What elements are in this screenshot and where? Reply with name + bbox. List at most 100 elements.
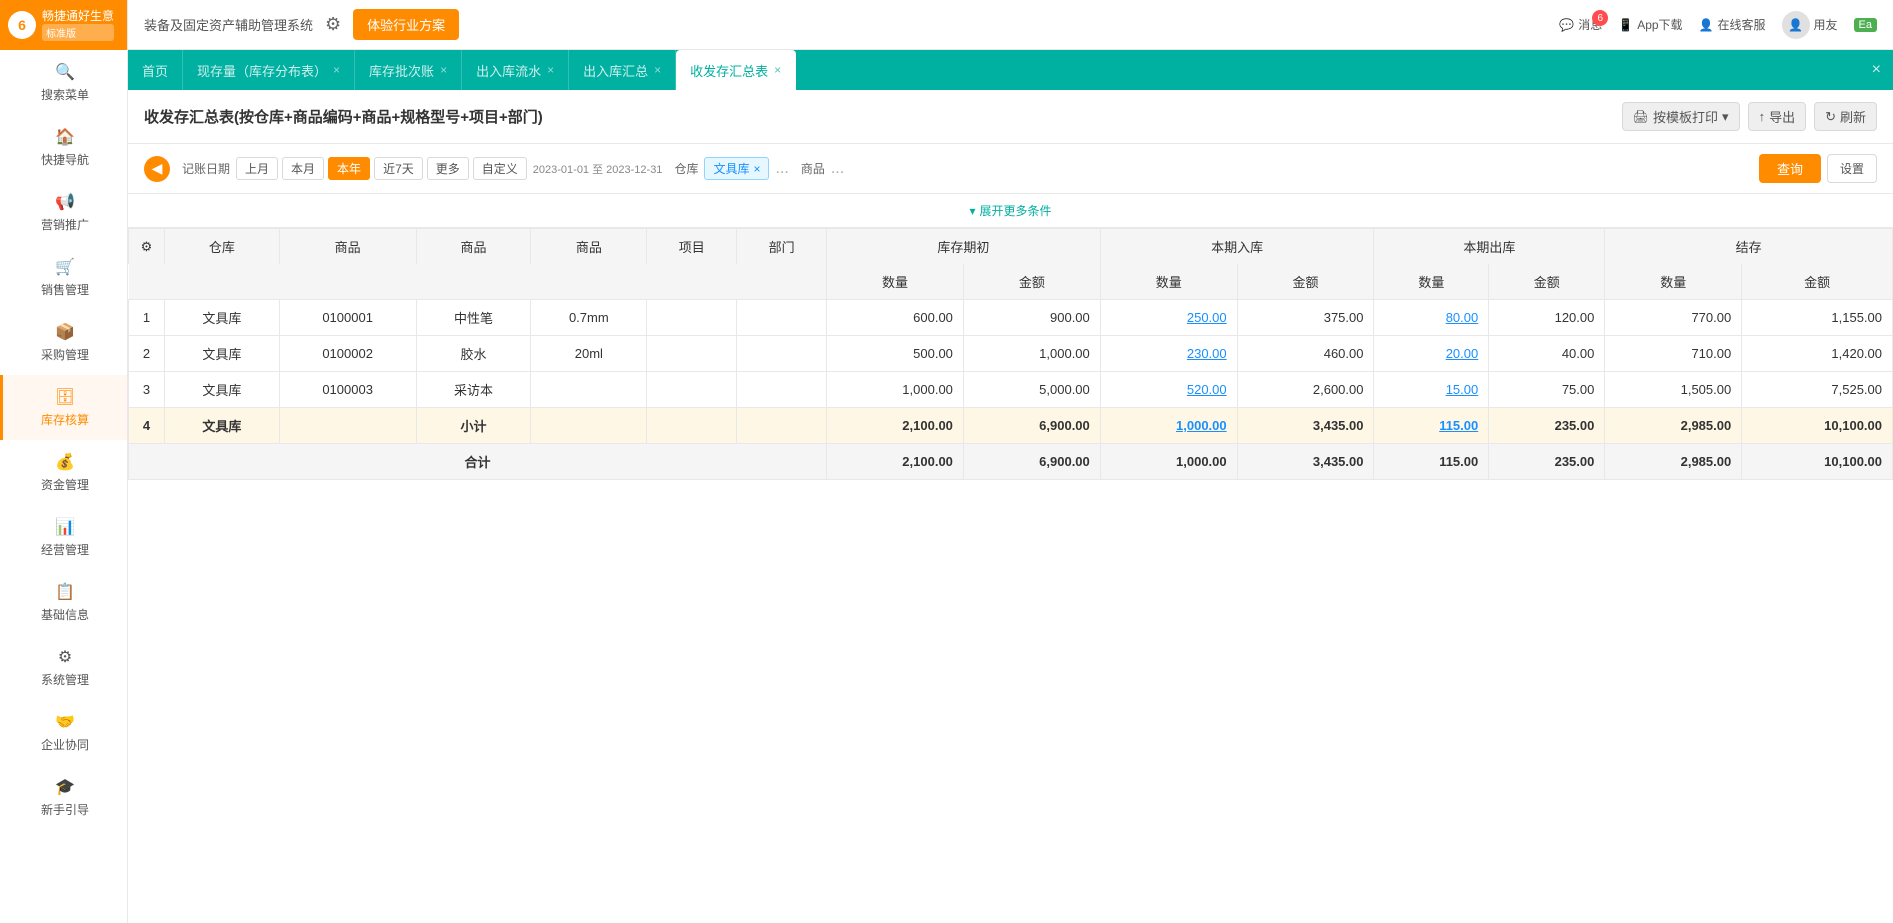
cell-num: 2 [129,336,165,372]
table-row: 2 文具库 0100002 胶水 20ml 500.00 1,000.00 23… [129,336,1893,372]
th-dept: 部门 [737,229,827,265]
app-download-button[interactable]: 📱 App下载 [1618,16,1682,33]
query-button[interactable]: 查询 [1759,154,1821,183]
date-btn-自定义[interactable]: 自定义 [473,157,527,180]
trial-button[interactable]: 体验行业方案 [353,9,459,40]
date-btn-上月[interactable]: 上月 [236,157,278,180]
sidebar-item-sales[interactable]: 🛒销售管理 [0,245,127,310]
user-menu-button[interactable]: 👤 用友 [1782,11,1838,39]
footer-bal-qty: 2,985.00 [1605,444,1742,480]
tab-in-out-flow[interactable]: 出入库流水× [462,50,569,90]
sidebar-item-finance[interactable]: 💰资金管理 [0,440,127,505]
refresh-button[interactable]: ↻ 刷新 [1814,102,1877,131]
cell-spec: 20ml [531,336,647,372]
date-btn-本年[interactable]: 本年 [328,157,370,180]
settings-icon[interactable]: ⚙ [325,14,341,35]
cell-out-qty[interactable]: 80.00 [1374,300,1489,336]
table-footer: 合计 2,100.00 6,900.00 1,000.00 3,435.00 1… [129,444,1893,480]
cell-in-qty[interactable]: 250.00 [1100,300,1237,336]
sidebar-item-search[interactable]: 🔍搜索菜单 [0,50,127,115]
warehouse-tag-close[interactable]: × [753,162,760,176]
product-filter-more[interactable]: ... [831,160,844,178]
filter-collapse-button[interactable]: ◀ [144,156,170,182]
sidebar-item-quick-nav[interactable]: 🏠快捷导航 [0,115,127,180]
sidebar-item-label-inventory: 库存核算 [41,411,89,428]
cell-dept [737,336,827,372]
app-label: App下载 [1637,16,1682,33]
date-btn-本月[interactable]: 本月 [282,157,324,180]
warehouse-tag[interactable]: 文具库 × [704,157,769,180]
date-buttons: 上月本月本年近7天更多自定义 [236,157,527,180]
th-code: 商品 [279,229,416,265]
tab-close-stock-dist[interactable]: × [333,63,340,77]
cell-warehouse: 文具库 [165,372,280,408]
collab-icon: 🤝 [55,712,75,732]
tab-label-in-out-summary: 出入库汇总 [583,61,648,80]
refresh-label: 刷新 [1840,107,1866,126]
tab-in-out-summary[interactable]: 出入库汇总 × [569,50,676,90]
tab-batch-ledger[interactable]: 库存批次账 × [355,50,462,90]
cell-open-qty: 2,100.00 [827,408,964,444]
expand-more-button[interactable]: ▾ 展开更多条件 [128,198,1893,223]
sidebar-item-operation[interactable]: 📊经营管理 [0,505,127,570]
sidebar-item-collab[interactable]: 🤝企业协同 [0,700,127,765]
cell-num: 4 [129,408,165,444]
th-out-amt: 金额 [1489,264,1605,300]
finance-icon: 💰 [55,452,75,472]
sidebar-item-newbie[interactable]: 🎓新手引导 [0,765,127,830]
tab-home[interactable]: 首页 [128,50,183,90]
cell-out-amt: 235.00 [1489,408,1605,444]
page-header-actions: 🖨 按模板打印 ▾ ↑ 导出 ↻ 刷新 [1622,102,1878,143]
print-button[interactable]: 🖨 按模板打印 ▾ [1622,102,1740,131]
cell-in-qty[interactable]: 1,000.00 [1100,408,1237,444]
cell-open-amt: 900.00 [963,300,1100,336]
tabbar-close-button[interactable]: × [1872,61,1881,79]
cell-project [647,336,737,372]
th-product: 商品 [416,229,531,265]
cell-out-qty[interactable]: 15.00 [1374,372,1489,408]
th-settings-icon[interactable]: ⚙ [129,229,165,265]
sidebar-item-system[interactable]: ⚙系统管理 [0,635,127,700]
sidebar-item-label-newbie: 新手引导 [41,801,89,818]
sidebar-item-label-marketing: 营销推广 [41,216,89,233]
tab-label-batch-ledger: 库存批次账 [369,61,434,80]
cell-in-qty[interactable]: 230.00 [1100,336,1237,372]
export-button[interactable]: ↑ 导出 [1748,102,1807,131]
tab-close-in-out-summary[interactable]: × [654,63,661,77]
sidebar-item-marketing[interactable]: 📢营销推广 [0,180,127,245]
sidebar-item-purchase[interactable]: 📦采购管理 [0,310,127,375]
cell-out-qty[interactable]: 20.00 [1374,336,1489,372]
message-badge: 6 [1592,10,1608,26]
filter-settings-button[interactable]: 设置 [1827,154,1877,183]
system-icon: ⚙ [58,647,72,667]
expand-icon: ▾ [969,204,975,218]
cell-bal-amt: 1,420.00 [1742,336,1893,372]
date-btn-更多[interactable]: 更多 [427,157,469,180]
print-dropdown-icon: ▾ [1722,109,1729,125]
footer-row: 合计 2,100.00 6,900.00 1,000.00 3,435.00 1… [129,444,1893,480]
tab-close-in-out-flow[interactable]: × [547,63,554,77]
date-btn-近7天[interactable]: 近7天 [374,157,423,180]
tab-close-batch-ledger[interactable]: × [440,63,447,77]
warehouse-filter-more[interactable]: ... [775,160,788,178]
th-in-qty: 数量 [1100,264,1237,300]
cell-bal-qty: 770.00 [1605,300,1742,336]
message-button[interactable]: 💬 消息 6 [1559,16,1602,33]
cell-bal-amt: 10,100.00 [1742,408,1893,444]
print-icon: 🖨 [1633,109,1650,125]
table-header-row2: 数量 金额 数量 金额 数量 金额 数量 金额 [129,264,1893,300]
tab-close-collect-summary[interactable]: × [774,63,781,77]
cell-code: 0100001 [279,300,416,336]
export-label: 导出 [1769,107,1795,126]
tab-collect-summary[interactable]: 收发存汇总表× [676,50,796,90]
user-label: 用友 [1814,16,1838,33]
footer-bal-amt: 10,100.00 [1742,444,1893,480]
logo-text: 畅捷通好生意 [42,9,114,25]
online-support-button[interactable]: 👤 在线客服 [1699,16,1766,33]
sidebar-item-basic-info[interactable]: 📋基础信息 [0,570,127,635]
cell-out-qty[interactable]: 115.00 [1374,408,1489,444]
cell-in-qty[interactable]: 520.00 [1100,372,1237,408]
tab-stock-dist[interactable]: 现存量（库存分布表）× [183,50,355,90]
sidebar-item-inventory[interactable]: 🗄库存核算 [0,375,127,440]
sidebar: 6 畅捷通好生意 标准版 🔍搜索菜单🏠快捷导航📢营销推广🛒销售管理📦采购管理🗄库… [0,0,128,923]
